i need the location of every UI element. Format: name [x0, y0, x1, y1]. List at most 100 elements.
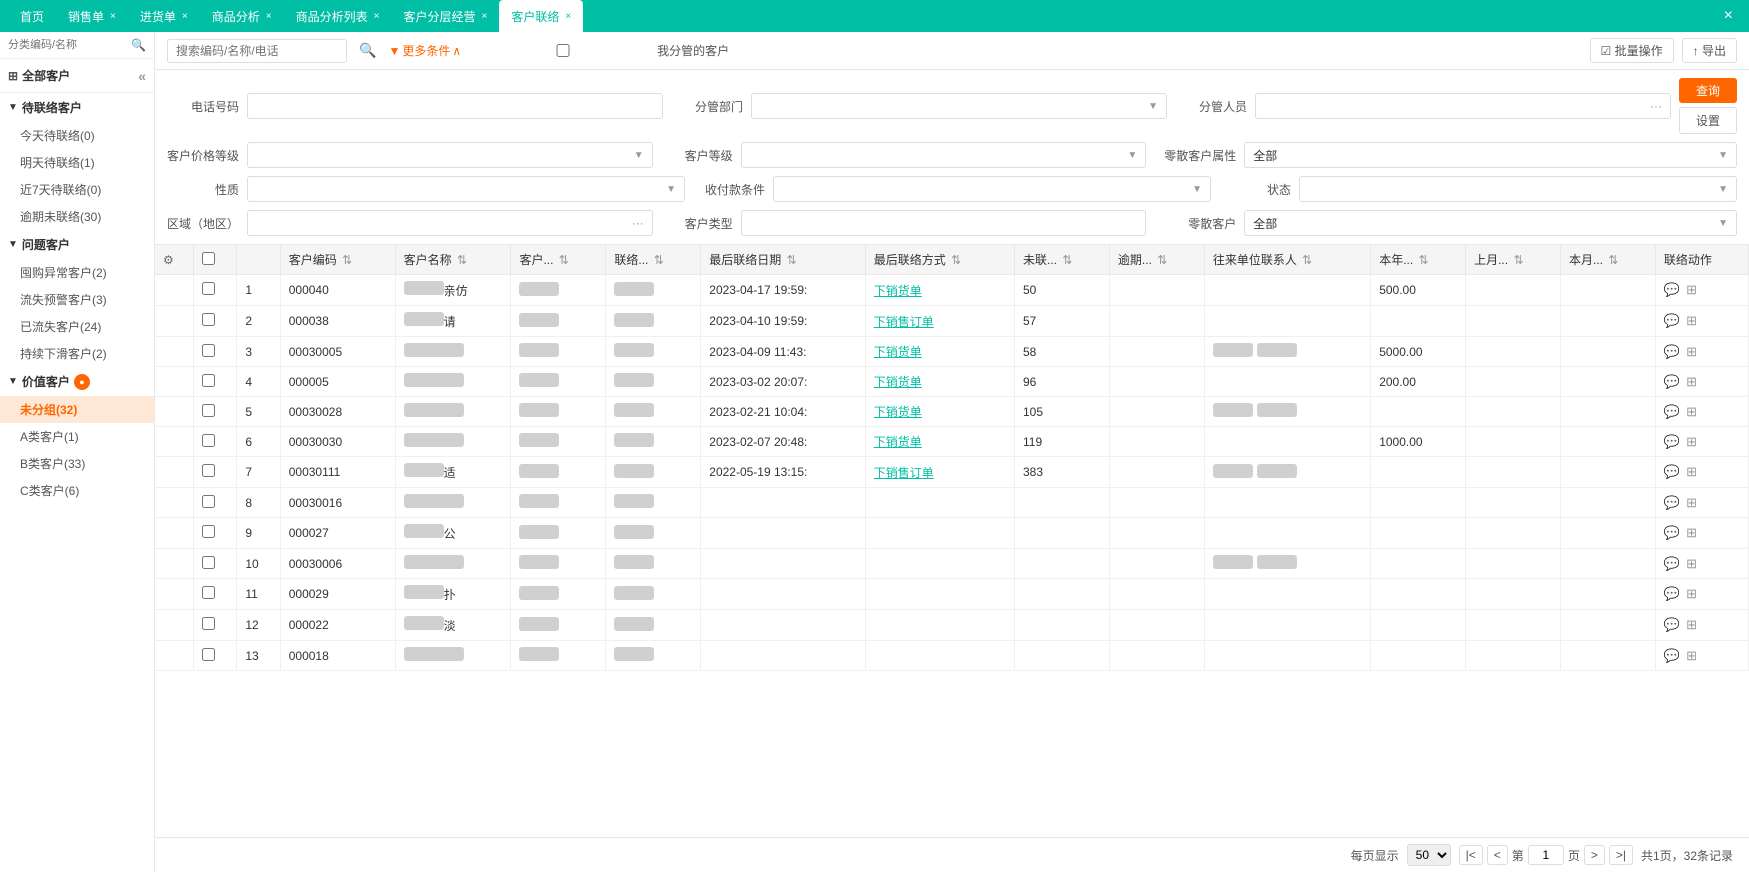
checkbox-cell[interactable]	[194, 306, 237, 337]
comment-icon[interactable]: 💬	[1664, 525, 1680, 541]
row-checkbox[interactable]	[202, 617, 215, 630]
sidebar-item-tomorrow[interactable]: 明天待联络(1)	[0, 149, 154, 176]
comment-icon[interactable]: 💬	[1664, 434, 1680, 450]
sidebar-pending-section[interactable]: ▼ 待联络客户	[0, 93, 154, 122]
close-window-btn[interactable]: ×	[1716, 7, 1741, 25]
my-customer-checkbox[interactable]: 我分管的客户	[473, 42, 729, 59]
grid-action-icon[interactable]: ⊞	[1686, 282, 1697, 298]
comment-icon[interactable]: 💬	[1664, 586, 1680, 602]
row-checkbox[interactable]	[202, 464, 215, 477]
nav-tab-customer-tier[interactable]: 客户分层经营 ×	[391, 0, 499, 32]
customer-level-input[interactable]: ▼	[741, 142, 1147, 168]
last-method-cell[interactable]	[865, 518, 1014, 549]
sidebar-item-abnormal[interactable]: 囤购异常客户(2)	[0, 259, 154, 286]
checkbox-cell[interactable]	[194, 579, 237, 610]
col-contact[interactable]: 联络... ⇅	[606, 245, 701, 275]
checkbox-cell[interactable]	[194, 367, 237, 397]
checkbox-cell[interactable]	[194, 427, 237, 457]
sidebar-search-icon[interactable]: 🔍	[131, 38, 146, 52]
sidebar-item-churn-warning[interactable]: 流失预警客户(3)	[0, 286, 154, 313]
comment-icon[interactable]: 💬	[1664, 495, 1680, 511]
nav-tab-product-analysis[interactable]: 商品分析 ×	[200, 0, 284, 32]
checkbox-cell[interactable]	[194, 518, 237, 549]
last-method-cell[interactable]: 下销货单	[865, 397, 1014, 427]
checkbox-cell[interactable]	[194, 275, 237, 306]
last-method-cell[interactable]: 下销售订单	[865, 457, 1014, 488]
grid-action-icon[interactable]: ⊞	[1686, 525, 1697, 541]
per-page-select[interactable]: 50	[1407, 844, 1451, 866]
nav-tab-sales[interactable]: 销售单 ×	[56, 0, 128, 32]
grid-action-icon[interactable]: ⊞	[1686, 586, 1697, 602]
comment-icon[interactable]: 💬	[1664, 648, 1680, 664]
prev-page-btn[interactable]: <	[1487, 845, 1508, 865]
sidebar-item-today[interactable]: 今天待联络(0)	[0, 122, 154, 149]
sidebar-item-7days[interactable]: 近7天待联络(0)	[0, 176, 154, 203]
row-checkbox[interactable]	[202, 648, 215, 661]
nav-tab-customer-contact[interactable]: 客户联络 ×	[499, 0, 583, 32]
sidebar-item-overdue[interactable]: 逾期未联络(30)	[0, 203, 154, 230]
checkbox-cell[interactable]	[194, 610, 237, 641]
comment-icon[interactable]: 💬	[1664, 464, 1680, 480]
row-checkbox[interactable]	[202, 586, 215, 599]
zero-customer-input[interactable]: 全部 ▼	[1244, 210, 1737, 236]
col-type[interactable]: 客户... ⇅	[511, 245, 606, 275]
row-checkbox[interactable]	[202, 404, 215, 417]
grid-action-icon[interactable]: ⊞	[1686, 313, 1697, 329]
col-checkbox[interactable]	[194, 245, 237, 275]
last-method-cell[interactable]	[865, 549, 1014, 579]
search-input[interactable]	[167, 39, 347, 63]
col-last-date[interactable]: 最后联络日期 ⇅	[701, 245, 866, 275]
last-method-cell[interactable]	[865, 641, 1014, 671]
next-page-btn[interactable]: >	[1584, 845, 1605, 865]
grid-action-icon[interactable]: ⊞	[1686, 556, 1697, 572]
grid-action-icon[interactable]: ⊞	[1686, 495, 1697, 511]
contact-method-link[interactable]: 下销售订单	[874, 315, 934, 329]
checkbox-cell[interactable]	[194, 457, 237, 488]
checkbox-cell[interactable]	[194, 397, 237, 427]
sidebar-item-ungrouped[interactable]: 未分组(32)	[0, 396, 154, 423]
last-method-cell[interactable]	[865, 610, 1014, 641]
last-method-cell[interactable]: 下销货单	[865, 337, 1014, 367]
last-page-btn[interactable]: >|	[1609, 845, 1633, 865]
sidebar-value-section[interactable]: ▼ 价值客户 ●	[0, 367, 154, 396]
status-input[interactable]: ▼	[1299, 176, 1737, 202]
row-checkbox[interactable]	[202, 434, 215, 447]
last-method-cell[interactable]	[865, 579, 1014, 610]
row-checkbox[interactable]	[202, 344, 215, 357]
row-checkbox[interactable]	[202, 374, 215, 387]
contact-method-link[interactable]: 下销货单	[874, 435, 922, 449]
first-page-btn[interactable]: |<	[1459, 845, 1483, 865]
select-all-checkbox[interactable]	[202, 252, 215, 265]
close-contact-tab[interactable]: ×	[565, 11, 571, 22]
sidebar-item-class-a[interactable]: A类客户(1)	[0, 423, 154, 450]
query-btn[interactable]: 查询	[1679, 78, 1737, 103]
sidebar-item-churned[interactable]: 已流失客户(24)	[0, 313, 154, 340]
gear-icon[interactable]: ⚙	[163, 253, 174, 267]
col-code[interactable]: 客户编码 ⇅	[280, 245, 395, 275]
grid-action-icon[interactable]: ⊞	[1686, 404, 1697, 420]
row-checkbox[interactable]	[202, 525, 215, 538]
sidebar-collapse-btn[interactable]: «	[138, 68, 146, 84]
close-product-list-tab[interactable]: ×	[374, 11, 380, 22]
col-settings[interactable]: ⚙	[155, 245, 194, 275]
sidebar-item-declining[interactable]: 持续下滑客户(2)	[0, 340, 154, 367]
checkbox-cell[interactable]	[194, 488, 237, 518]
reset-btn[interactable]: 设置	[1679, 107, 1737, 134]
contact-method-link[interactable]: 下销售订单	[874, 466, 934, 480]
nav-tab-product-analysis-list[interactable]: 商品分析列表 ×	[284, 0, 392, 32]
col-last-month[interactable]: 上月... ⇅	[1466, 245, 1561, 275]
last-method-cell[interactable]: 下销货单	[865, 427, 1014, 457]
close-product-analysis-tab[interactable]: ×	[266, 11, 272, 22]
my-customer-check[interactable]	[473, 44, 653, 57]
grid-action-icon[interactable]: ⊞	[1686, 464, 1697, 480]
dept-input[interactable]: ▼	[751, 93, 1167, 119]
comment-icon[interactable]: 💬	[1664, 282, 1680, 298]
batch-operations-btn[interactable]: ☑ 批量操作	[1590, 38, 1674, 63]
sidebar-item-class-c[interactable]: C类客户(6)	[0, 477, 154, 504]
more-conditions-btn[interactable]: ▼ 更多条件 ∧	[388, 42, 461, 59]
comment-icon[interactable]: 💬	[1664, 404, 1680, 420]
search-button[interactable]: 🔍	[359, 42, 376, 59]
export-btn[interactable]: ↑ 导出	[1682, 38, 1737, 63]
col-last-method[interactable]: 最后联络方式 ⇅	[865, 245, 1014, 275]
last-method-cell[interactable]	[865, 488, 1014, 518]
